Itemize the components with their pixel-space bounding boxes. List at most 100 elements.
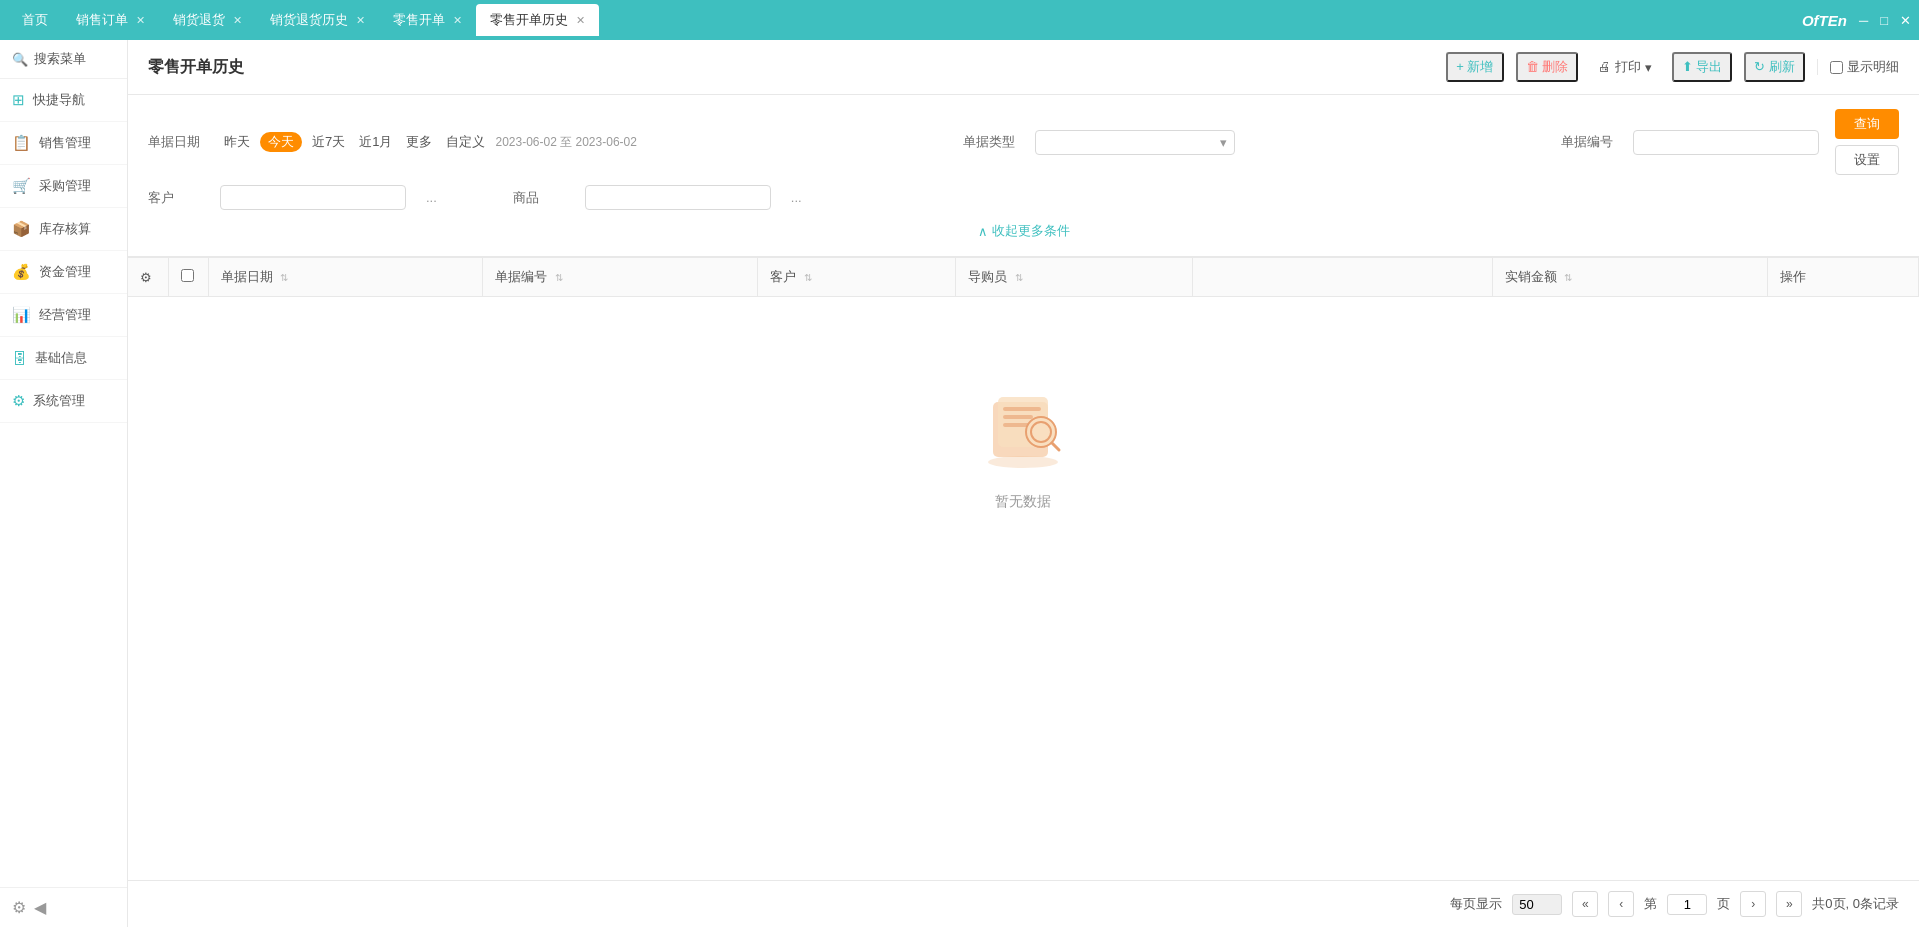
sidebar-item-purchase-mgmt[interactable]: 🛒 采购管理 bbox=[0, 165, 127, 208]
sidebar-item-finance[interactable]: 💰 资金管理 bbox=[0, 251, 127, 294]
tab-home-label: 首页 bbox=[22, 11, 48, 29]
goods-input[interactable] bbox=[585, 185, 771, 210]
type-filter-label: 单据类型 bbox=[963, 133, 1019, 151]
collapse-bar[interactable]: ∧ 收起更多条件 bbox=[148, 220, 1899, 242]
date-1month[interactable]: 近1月 bbox=[355, 131, 396, 153]
display-detail-toggle[interactable]: 显示明细 bbox=[1830, 58, 1899, 76]
number-input[interactable] bbox=[1633, 130, 1819, 155]
sidebar-settings-btn[interactable]: ⚙ bbox=[12, 898, 26, 917]
page-summary: 共0页, 0条记录 bbox=[1812, 895, 1899, 913]
query-button[interactable]: 查询 bbox=[1835, 109, 1899, 139]
sidebar-item-quick-nav[interactable]: ⊞ 快捷导航 bbox=[0, 79, 127, 122]
customer-filter-label: 客户 bbox=[148, 189, 204, 207]
th-date-sort: ⇅ bbox=[280, 272, 288, 283]
add-button[interactable]: + 新增 bbox=[1446, 52, 1503, 82]
toolbar-divider bbox=[1817, 59, 1818, 75]
display-detail-checkbox[interactable] bbox=[1830, 61, 1843, 74]
th-customer-label: 客户 bbox=[770, 269, 796, 284]
sidebar-item-system-mgmt[interactable]: ⚙ 系统管理 bbox=[0, 380, 127, 423]
toolbar: + 新增 🗑 删除 🖨 打印 ▾ ⬆ 导出 ↻ 刷新 显示明细 bbox=[1446, 52, 1899, 82]
tab-sales-return-close[interactable]: ✕ bbox=[233, 14, 242, 27]
date-yesterday[interactable]: 昨天 bbox=[220, 131, 254, 153]
tab-home[interactable]: 首页 bbox=[8, 4, 62, 36]
maximize-btn[interactable]: □ bbox=[1880, 13, 1888, 28]
th-date[interactable]: 单据日期 ⇅ bbox=[208, 258, 483, 297]
sidebar-item-basic-info-label: 基础信息 bbox=[35, 349, 87, 367]
prev-page-btn[interactable]: ‹ bbox=[1608, 891, 1634, 917]
svg-point-0 bbox=[988, 456, 1058, 468]
tab-sales-return[interactable]: 销货退货 ✕ bbox=[159, 4, 256, 36]
date-7days[interactable]: 近7天 bbox=[308, 131, 349, 153]
window-controls: OfTEn ─ □ ✕ bbox=[1802, 12, 1911, 29]
header-row: ⚙ 单据日期 ⇅ 单据编号 ⇅ bbox=[128, 258, 1919, 297]
th-amount[interactable]: 实销金额 ⇅ bbox=[1492, 258, 1767, 297]
tab-sales-order-close[interactable]: ✕ bbox=[136, 14, 145, 27]
date-range: 2023-06-02 至 2023-06-02 bbox=[495, 134, 636, 151]
th-check[interactable] bbox=[168, 258, 208, 297]
sidebar-item-basic-info[interactable]: 🗄 基础信息 bbox=[0, 337, 127, 380]
tab-retail-open-history[interactable]: 零售开单历史 ✕ bbox=[476, 4, 599, 36]
type-select[interactable] bbox=[1035, 130, 1235, 155]
th-number[interactable]: 单据编号 ⇅ bbox=[483, 258, 758, 297]
th-customer-sort: ⇅ bbox=[804, 272, 812, 283]
sidebar-collapse-btn[interactable]: ◀ bbox=[34, 898, 46, 917]
sidebar-item-operations[interactable]: 📊 经营管理 bbox=[0, 294, 127, 337]
finance-icon: 💰 bbox=[12, 263, 31, 281]
page-input[interactable] bbox=[1667, 894, 1707, 915]
empty-cell: 暂无数据 bbox=[128, 297, 1919, 592]
tab-sales-return-history[interactable]: 销货退货历史 ✕ bbox=[256, 4, 379, 36]
per-page-select[interactable]: 20 50 100 bbox=[1512, 894, 1562, 915]
minimize-btn[interactable]: ─ bbox=[1859, 13, 1868, 28]
goods-dots[interactable]: ... bbox=[787, 190, 806, 205]
tab-bar: 首页 销售订单 ✕ 销货退货 ✕ 销货退货历史 ✕ 零售开单 ✕ 零售开单历史 … bbox=[0, 0, 1919, 40]
svg-line-8 bbox=[1052, 443, 1059, 450]
tab-retail-open-label: 零售开单 bbox=[393, 11, 445, 29]
tab-sales-return-label: 销货退货 bbox=[173, 11, 225, 29]
th-action: 操作 bbox=[1767, 258, 1918, 297]
refresh-button[interactable]: ↻ 刷新 bbox=[1744, 52, 1805, 82]
th-date-label: 单据日期 bbox=[221, 269, 273, 284]
purchase-mgmt-icon: 🛒 bbox=[12, 177, 31, 195]
date-options: 昨天 今天 近7天 近1月 更多 自定义 2023-06-02 至 2023-0… bbox=[220, 131, 637, 153]
first-page-btn[interactable]: « bbox=[1572, 891, 1598, 917]
settings-button[interactable]: 设置 bbox=[1835, 145, 1899, 175]
quick-nav-icon: ⊞ bbox=[12, 91, 25, 109]
content-area: 零售开单历史 + 新增 🗑 删除 🖨 打印 ▾ ⬆ 导出 ↻ 刷新 显示明细 bbox=[128, 40, 1919, 927]
date-more[interactable]: 更多 bbox=[402, 131, 436, 153]
collapse-icon: ∧ bbox=[978, 224, 988, 239]
th-customer[interactable]: 客户 ⇅ bbox=[758, 258, 956, 297]
table-area: ⚙ 单据日期 ⇅ 单据编号 ⇅ bbox=[128, 257, 1919, 880]
date-custom[interactable]: 自定义 bbox=[442, 131, 489, 153]
empty-state: 暂无数据 bbox=[128, 297, 1919, 591]
last-page-btn[interactable]: » bbox=[1776, 891, 1802, 917]
tab-sales-return-history-close[interactable]: ✕ bbox=[356, 14, 365, 27]
tab-retail-open-history-close[interactable]: ✕ bbox=[576, 14, 585, 27]
search-icon: 🔍 bbox=[12, 52, 28, 67]
close-btn[interactable]: ✕ bbox=[1900, 13, 1911, 28]
print-button[interactable]: 🖨 打印 ▾ bbox=[1590, 54, 1660, 80]
per-page-label: 每页显示 bbox=[1450, 895, 1502, 913]
tab-sales-order[interactable]: 销售订单 ✕ bbox=[62, 4, 159, 36]
svg-rect-3 bbox=[1003, 407, 1041, 411]
th-gear[interactable]: ⚙ bbox=[128, 258, 168, 297]
select-all-checkbox[interactable] bbox=[181, 269, 194, 282]
date-today[interactable]: 今天 bbox=[260, 132, 302, 152]
export-button[interactable]: ⬆ 导出 bbox=[1672, 52, 1733, 82]
th-guide-label: 导购员 bbox=[968, 269, 1007, 284]
next-page-btn[interactable]: › bbox=[1740, 891, 1766, 917]
tab-retail-open[interactable]: 零售开单 ✕ bbox=[379, 4, 476, 36]
delete-button[interactable]: 🗑 删除 bbox=[1516, 52, 1579, 82]
basic-info-icon: 🗄 bbox=[12, 350, 27, 367]
customer-dots[interactable]: ... bbox=[422, 190, 441, 205]
sidebar-item-inventory[interactable]: 📦 库存核算 bbox=[0, 208, 127, 251]
sidebar-search[interactable]: 🔍 搜索菜单 bbox=[0, 40, 127, 79]
page-suffix: 页 bbox=[1717, 895, 1730, 913]
th-guide[interactable]: 导购员 ⇅ bbox=[956, 258, 1192, 297]
pagination: 每页显示 20 50 100 « ‹ 第 页 › » 共0页, 0条记录 bbox=[128, 880, 1919, 927]
sidebar-item-sales-mgmt[interactable]: 📋 销售管理 bbox=[0, 122, 127, 165]
customer-input[interactable] bbox=[220, 185, 406, 210]
sales-mgmt-icon: 📋 bbox=[12, 134, 31, 152]
tab-retail-open-close[interactable]: ✕ bbox=[453, 14, 462, 27]
display-detail-label: 显示明细 bbox=[1847, 58, 1899, 76]
data-table: ⚙ 单据日期 ⇅ 单据编号 ⇅ bbox=[128, 258, 1919, 591]
